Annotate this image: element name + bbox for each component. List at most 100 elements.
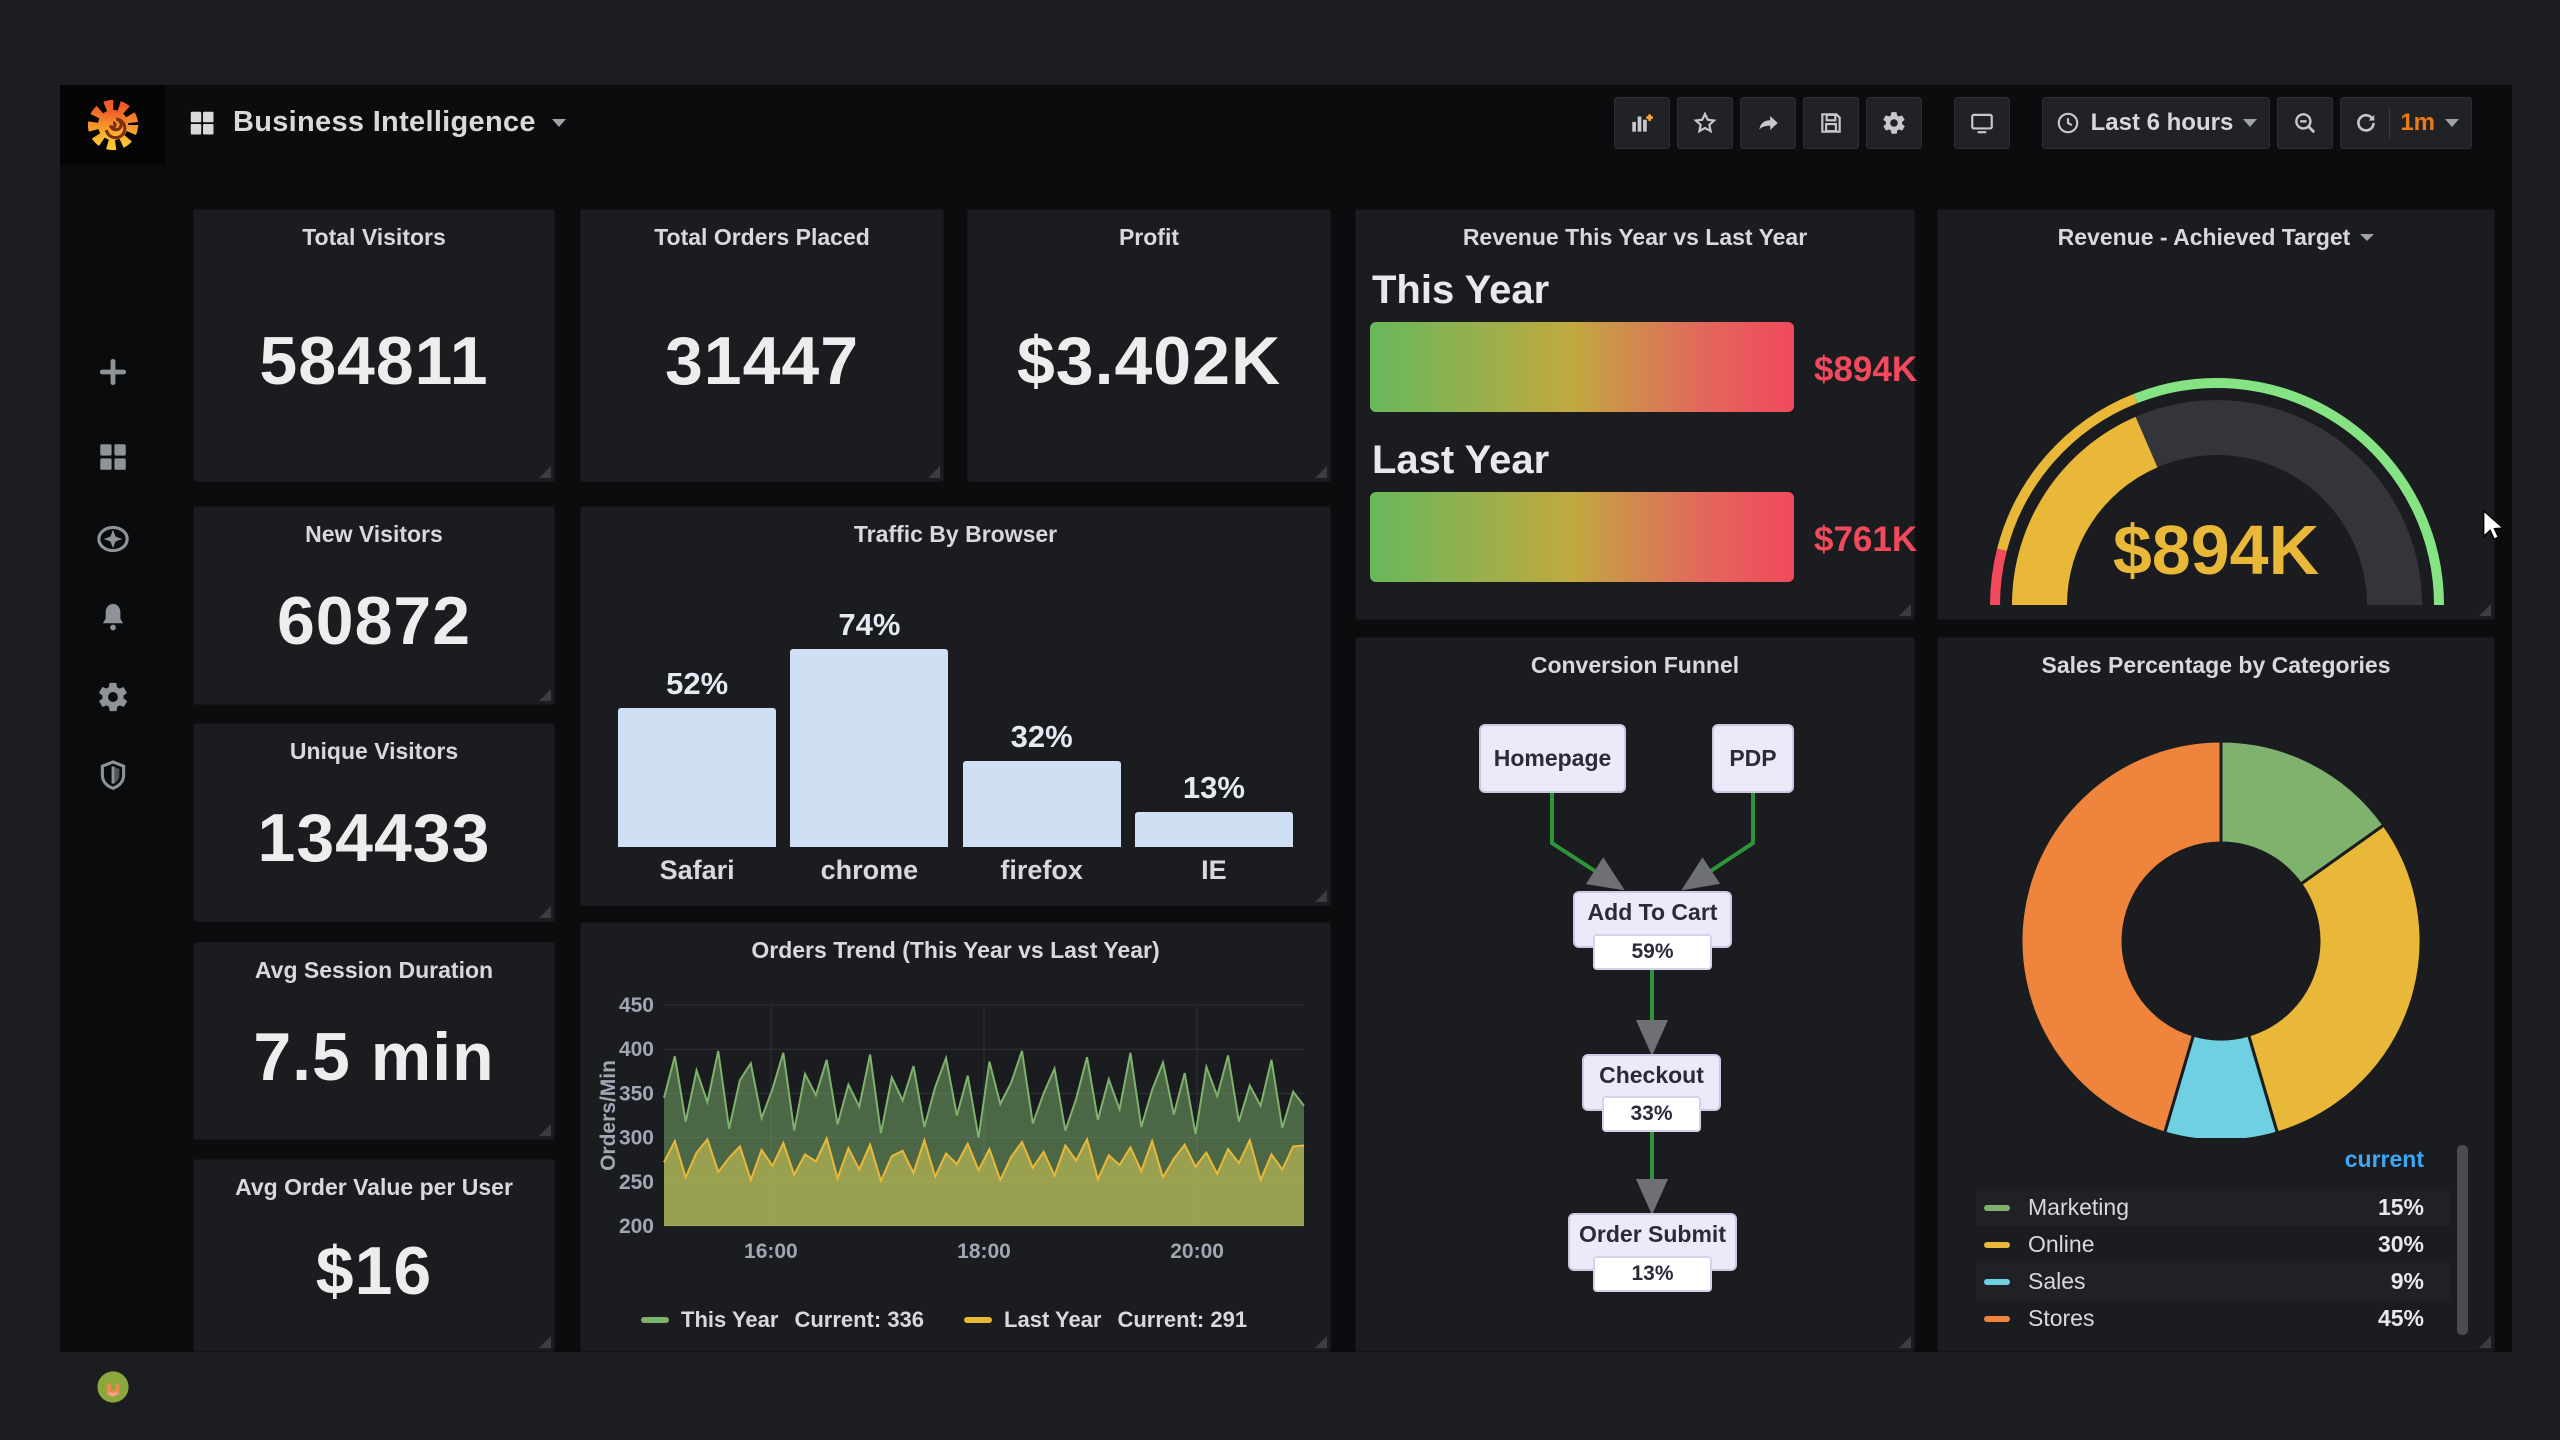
tv-mode-button[interactable] xyxy=(1954,97,2010,149)
server-admin-shield-icon[interactable] xyxy=(91,753,135,797)
panel-title[interactable]: Sales Percentage by Categories xyxy=(1938,638,2494,679)
zoom-out-button[interactable] xyxy=(2277,97,2333,149)
panel-title-text: Revenue - Achieved Target xyxy=(2058,224,2351,251)
dashboards-icon[interactable] xyxy=(91,435,135,479)
star-button[interactable] xyxy=(1677,97,1733,149)
dashboard-header: Business Intelligence xyxy=(165,85,2512,160)
bar-category-label: Safari xyxy=(660,855,735,889)
bar-value-label: 52% xyxy=(666,666,728,702)
stat-value: $16 xyxy=(194,1201,554,1351)
panel-title[interactable]: Unique Visitors xyxy=(194,724,554,765)
time-range-picker[interactable]: Last 6 hours xyxy=(2042,97,2271,149)
svg-text:250: 250 xyxy=(619,1171,654,1194)
legend-current-value: Current: 291 xyxy=(1117,1307,1247,1333)
bar-gauge-value: $894K xyxy=(1814,350,1917,390)
add-panel-button[interactable] xyxy=(1614,97,1670,149)
funnel-node-percent: 13% xyxy=(1593,1256,1712,1292)
legend-color-dash xyxy=(1984,1279,2010,1285)
svg-text:18:00: 18:00 xyxy=(957,1240,1011,1263)
funnel-node-homepage: Homepage xyxy=(1479,724,1626,793)
time-range-caret-icon xyxy=(2243,119,2257,127)
legend-label: Online xyxy=(2028,1231,2094,1258)
bar-category-label: chrome xyxy=(821,855,919,889)
legend-color-dash xyxy=(1984,1205,2010,1211)
bar-category-label: firefox xyxy=(1000,855,1083,889)
gauge-value: $894K xyxy=(1938,510,2494,590)
panel-title[interactable]: Orders Trend (This Year vs Last Year) xyxy=(581,923,1330,964)
dashboard-squares-icon xyxy=(187,108,217,138)
refresh-caret-icon xyxy=(2445,119,2459,127)
funnel-node-label: Homepage xyxy=(1494,745,1612,772)
bar-rect xyxy=(1135,812,1293,847)
save-button[interactable] xyxy=(1803,97,1859,149)
panel-title[interactable]: Total Visitors xyxy=(194,210,554,251)
panel-title[interactable]: Revenue This Year vs Last Year xyxy=(1356,210,1914,251)
bar-rect xyxy=(963,761,1121,847)
funnel-node-label: Order Submit xyxy=(1579,1221,1726,1248)
panel-orders-trend: Orders Trend (This Year vs Last Year) 20… xyxy=(580,922,1331,1352)
dashboard-title: Business Intelligence xyxy=(233,106,536,139)
grafana-app: Business Intelligence xyxy=(0,0,2560,1440)
bar-rect xyxy=(790,649,948,847)
legend-value: 15% xyxy=(2378,1194,2424,1221)
bar-value-label: 13% xyxy=(1183,770,1245,806)
alerting-bell-icon[interactable] xyxy=(91,595,135,639)
bar-gauge-this-year xyxy=(1370,322,1794,412)
legend-row-stores[interactable]: Stores45% xyxy=(1976,1300,2450,1337)
legend-header-current: current xyxy=(1976,1142,2450,1179)
legend-item[interactable]: This YearCurrent: 336 xyxy=(641,1307,924,1333)
refresh-button[interactable]: 1m xyxy=(2340,97,2472,149)
bar-ie: 13%IE xyxy=(1135,770,1293,889)
panel-avg-session-duration: Avg Session Duration 7.5 min xyxy=(193,942,555,1140)
svg-text:20:00: 20:00 xyxy=(1170,1240,1224,1263)
funnel-node-label: Add To Cart xyxy=(1588,899,1718,926)
legend-color-dash xyxy=(964,1317,992,1323)
bar-gauge-label: This Year xyxy=(1372,268,1549,313)
stat-value: 584811 xyxy=(194,251,554,481)
stat-value: 60872 xyxy=(194,548,554,704)
user-avatar[interactable] xyxy=(91,1365,135,1409)
stat-value: 7.5 min xyxy=(194,984,554,1139)
time-series-chart: 20025030035040045016:0018:0020:00Orders/… xyxy=(599,993,1314,1263)
time-range-label: Last 6 hours xyxy=(2091,109,2234,137)
refresh-icon xyxy=(2353,110,2379,136)
legend-row-online[interactable]: Online 30% xyxy=(1976,1226,2450,1263)
dashboard-title-group[interactable]: Business Intelligence xyxy=(165,106,566,139)
legend-row-sales[interactable]: Sales9% xyxy=(1976,1263,2450,1300)
funnel-node-percent: 33% xyxy=(1602,1096,1701,1132)
panel-title[interactable]: Avg Session Duration xyxy=(194,943,554,984)
funnel-node-label: PDP xyxy=(1729,745,1776,772)
panel-profit: Profit $3.402K xyxy=(967,209,1331,482)
panel-title[interactable]: Avg Order Value per User xyxy=(194,1160,554,1201)
panel-title[interactable]: Total Orders Placed xyxy=(581,210,943,251)
funnel-percent-label: 33% xyxy=(1630,1102,1672,1126)
clock-icon xyxy=(2055,110,2081,136)
legend-value: 45% xyxy=(2378,1305,2424,1332)
settings-gear-button[interactable] xyxy=(1866,97,1922,149)
refresh-interval-label: 1m xyxy=(2400,109,2435,137)
panel-title[interactable]: Profit xyxy=(968,210,1330,251)
explore-compass-icon[interactable] xyxy=(91,517,135,561)
configuration-gear-icon[interactable] xyxy=(91,675,135,719)
add-icon[interactable] xyxy=(91,350,135,394)
legend-scrollbar[interactable] xyxy=(2457,1145,2468,1335)
svg-text:350: 350 xyxy=(619,1082,654,1105)
stat-value: 31447 xyxy=(581,251,943,481)
bar-value-label: 32% xyxy=(1011,719,1073,755)
legend-item[interactable]: Last YearCurrent: 291 xyxy=(964,1307,1247,1333)
panel-avg-order-value: Avg Order Value per User $16 xyxy=(193,1159,555,1352)
stat-value: $3.402K xyxy=(968,251,1330,481)
legend-row-marketing[interactable]: Marketing15% xyxy=(1976,1189,2450,1226)
panel-new-visitors: New Visitors 60872 xyxy=(193,506,555,705)
legend-color-dash xyxy=(641,1317,669,1323)
panel-title[interactable]: New Visitors xyxy=(194,507,554,548)
grafana-logo[interactable] xyxy=(60,85,165,165)
panel-title[interactable]: Revenue - Achieved Target xyxy=(1938,210,2494,251)
share-button[interactable] xyxy=(1740,97,1796,149)
legend-value: 30% xyxy=(2378,1231,2424,1258)
bar-value-label: 74% xyxy=(838,607,900,643)
panel-title[interactable]: Traffic By Browser xyxy=(581,507,1330,548)
funnel-percent-label: 59% xyxy=(1631,940,1673,964)
panel-unique-visitors: Unique Visitors 134433 xyxy=(193,723,555,922)
header-toolbar: Last 6 hours 1m xyxy=(1614,97,2512,149)
